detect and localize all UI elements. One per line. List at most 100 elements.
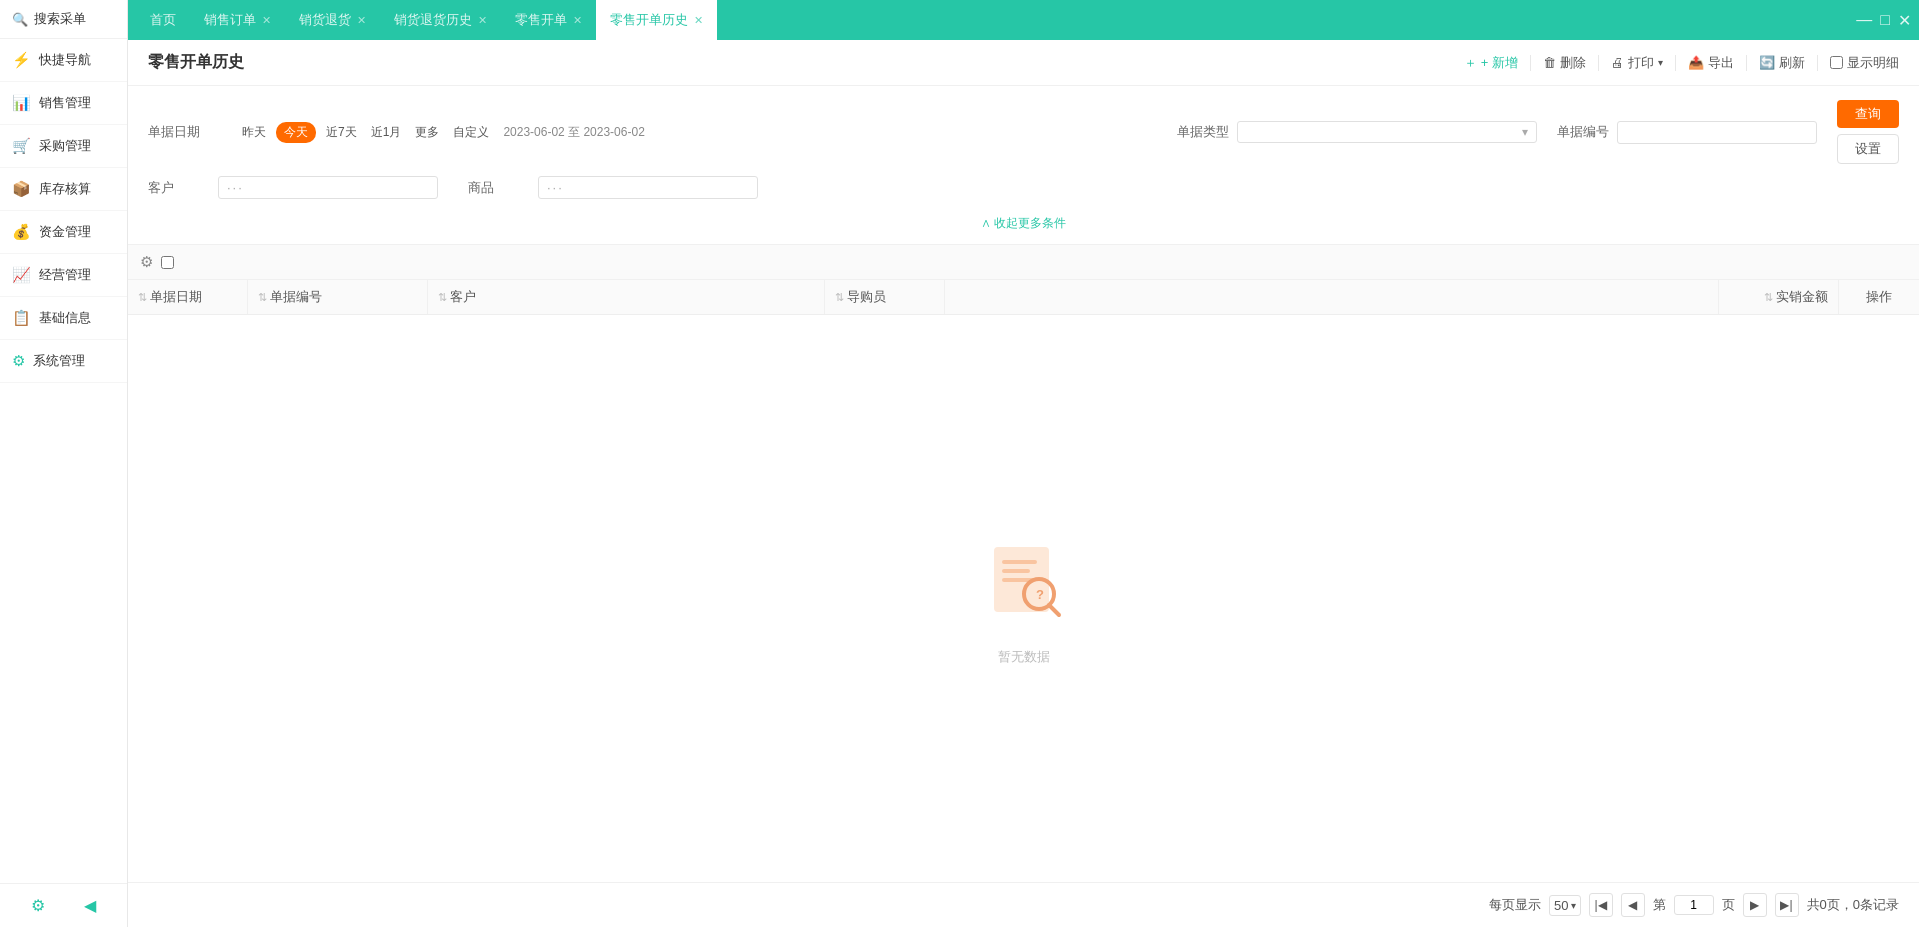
export-label: 导出 <box>1708 54 1734 72</box>
page-prev-btn[interactable]: ◀ <box>1621 893 1645 917</box>
th-customer: ⇅ 客户 <box>428 280 825 314</box>
product-input[interactable]: ··· <box>538 176 758 199</box>
table-gear-icon[interactable]: ⚙ <box>140 253 153 271</box>
product-placeholder: ··· <box>547 180 564 195</box>
th-number-label: 单据编号 <box>270 288 322 306</box>
window-minimize[interactable]: — <box>1856 11 1872 29</box>
customer-label: 客户 <box>148 179 218 197</box>
collapse-bar[interactable]: ∧ 收起更多条件 <box>148 211 1899 236</box>
settings-icon[interactable]: ⚙ <box>31 896 45 915</box>
page-number-input[interactable] <box>1674 895 1714 915</box>
display-toggle[interactable]: 显示明细 <box>1830 54 1899 72</box>
tab-sales-return-close[interactable]: ✕ <box>357 14 366 27</box>
sort-icon-date[interactable]: ⇅ <box>138 291 147 304</box>
display-label: 显示明细 <box>1847 54 1899 72</box>
sidebar-item-quick-nav[interactable]: ⚡ 快捷导航 <box>0 39 127 82</box>
sidebar-item-label: 系统管理 <box>33 352 85 370</box>
tab-sales-return-history[interactable]: 销货退货历史 ✕ <box>380 0 501 40</box>
display-checkbox[interactable] <box>1830 56 1843 69</box>
new-label: + 新增 <box>1481 54 1518 72</box>
th-customer-label: 客户 <box>450 288 476 306</box>
query-button[interactable]: 查询 <box>1837 100 1899 128</box>
date-btn-week[interactable]: 近7天 <box>322 122 361 143</box>
table-area: ⚙ ⇅ 单据日期 ⇅ 单据编号 ⇅ 客户 ⇅ 导购员 ⇅ <box>128 245 1919 882</box>
sidebar-item-label: 快捷导航 <box>39 51 91 69</box>
tab-sales-order[interactable]: 销售订单 ✕ <box>190 0 285 40</box>
sidebar-item-system[interactable]: ⚙ 系统管理 <box>0 340 127 383</box>
tab-home-label: 首页 <box>150 11 176 29</box>
date-btn-yesterday[interactable]: 昨天 <box>238 122 270 143</box>
query-buttons: 查询 设置 <box>1837 100 1899 164</box>
date-btn-custom[interactable]: 自定义 <box>449 122 493 143</box>
date-btn-month[interactable]: 近1月 <box>367 122 406 143</box>
purchase-mgmt-icon: 🛒 <box>12 137 31 155</box>
date-range-display: 2023-06-02 至 2023-06-02 <box>503 124 644 141</box>
sidebar-item-basic-info[interactable]: 📋 基础信息 <box>0 297 127 340</box>
main-content: 首页 销售订单 ✕ 销货退货 ✕ 销货退货历史 ✕ 零售开单 ✕ 零售开单历史 … <box>128 0 1919 927</box>
th-amount-label: 实销金额 <box>1776 288 1828 306</box>
toolbar-divider-1 <box>1530 55 1531 71</box>
tab-sales-order-close[interactable]: ✕ <box>262 14 271 27</box>
print-icon: 🖨 <box>1611 55 1624 70</box>
sidebar-item-finance[interactable]: 💰 资金管理 <box>0 211 127 254</box>
sidebar-item-label: 采购管理 <box>39 137 91 155</box>
sort-icon-number[interactable]: ⇅ <box>258 291 267 304</box>
page-first-btn[interactable]: |◀ <box>1589 893 1613 917</box>
basic-info-icon: 📋 <box>12 309 31 327</box>
sidebar-bottom: ⚙ ◀ <box>0 883 127 927</box>
export-icon: 📤 <box>1688 55 1704 70</box>
window-maximize[interactable]: □ <box>1880 11 1890 29</box>
pagination: 每页显示 50 ▾ |◀ ◀ 第 页 ▶ ▶| 共0页，0条记录 <box>128 882 1919 927</box>
page-last-btn[interactable]: ▶| <box>1775 893 1799 917</box>
sidebar-item-sales-mgmt[interactable]: 📊 销售管理 <box>0 82 127 125</box>
th-date: ⇅ 单据日期 <box>128 280 248 314</box>
page-size-value: 50 <box>1554 898 1568 913</box>
svg-rect-1 <box>1002 560 1037 564</box>
toolbar-divider-4 <box>1746 55 1747 71</box>
tab-retail-open-close[interactable]: ✕ <box>573 14 582 27</box>
settings-button[interactable]: 设置 <box>1837 134 1899 164</box>
select-all-checkbox[interactable] <box>161 256 174 269</box>
page-label: 页 <box>1722 896 1735 914</box>
tab-retail-history-close[interactable]: ✕ <box>694 14 703 27</box>
bill-number-input[interactable] <box>1617 121 1817 144</box>
filter-row-2: 客户 ··· 商品 ··· <box>148 176 1899 199</box>
collapse-sidebar-icon[interactable]: ◀ <box>84 896 96 915</box>
page-size-select[interactable]: 50 ▾ <box>1549 895 1580 916</box>
bill-type-select[interactable]: ▾ <box>1237 121 1537 143</box>
sidebar-item-inventory[interactable]: 📦 库存核算 <box>0 168 127 211</box>
tab-home[interactable]: 首页 <box>136 0 190 40</box>
sidebar-item-label: 销售管理 <box>39 94 91 112</box>
refresh-label: 刷新 <box>1779 54 1805 72</box>
sort-icon-amount[interactable]: ⇅ <box>1764 291 1773 304</box>
sort-icon-customer[interactable]: ⇅ <box>438 291 447 304</box>
tab-retail-open-label: 零售开单 <box>515 11 567 29</box>
tab-retail-open[interactable]: 零售开单 ✕ <box>501 0 596 40</box>
window-close[interactable]: ✕ <box>1898 11 1911 30</box>
th-guide: ⇅ 导购员 <box>825 280 945 314</box>
customer-input[interactable]: ··· <box>218 176 438 199</box>
sort-icon-guide[interactable]: ⇅ <box>835 291 844 304</box>
delete-button[interactable]: 🗑 删除 <box>1543 54 1586 72</box>
th-number: ⇅ 单据编号 <box>248 280 428 314</box>
date-btn-today[interactable]: 今天 <box>276 122 316 143</box>
sidebar-item-label: 经营管理 <box>39 266 91 284</box>
page-next-btn[interactable]: ▶ <box>1743 893 1767 917</box>
page-size-arrow: ▾ <box>1571 900 1576 911</box>
date-filters: 昨天 今天 近7天 近1月 更多 自定义 2023-06-02 至 2023-0… <box>238 122 1157 143</box>
product-label: 商品 <box>468 179 538 197</box>
export-button[interactable]: 📤 导出 <box>1688 54 1734 72</box>
print-dropdown-icon: ▾ <box>1658 57 1663 68</box>
tab-sales-return-history-close[interactable]: ✕ <box>478 14 487 27</box>
new-button[interactable]: ＋ + 新增 <box>1464 54 1518 72</box>
date-btn-more[interactable]: 更多 <box>411 122 443 143</box>
tab-retail-history[interactable]: 零售开单历史 ✕ <box>596 0 717 40</box>
bill-type-label: 单据类型 <box>1177 123 1237 141</box>
print-button[interactable]: 🖨 打印 ▾ <box>1611 54 1663 72</box>
sidebar-item-purchase-mgmt[interactable]: 🛒 采购管理 <box>0 125 127 168</box>
tab-sales-return[interactable]: 销货退货 ✕ <box>285 0 380 40</box>
sidebar-search[interactable]: 🔍 搜索采单 <box>0 0 127 39</box>
sidebar-item-operations[interactable]: 📈 经营管理 <box>0 254 127 297</box>
inventory-icon: 📦 <box>12 180 31 198</box>
refresh-button[interactable]: 🔄 刷新 <box>1759 54 1805 72</box>
